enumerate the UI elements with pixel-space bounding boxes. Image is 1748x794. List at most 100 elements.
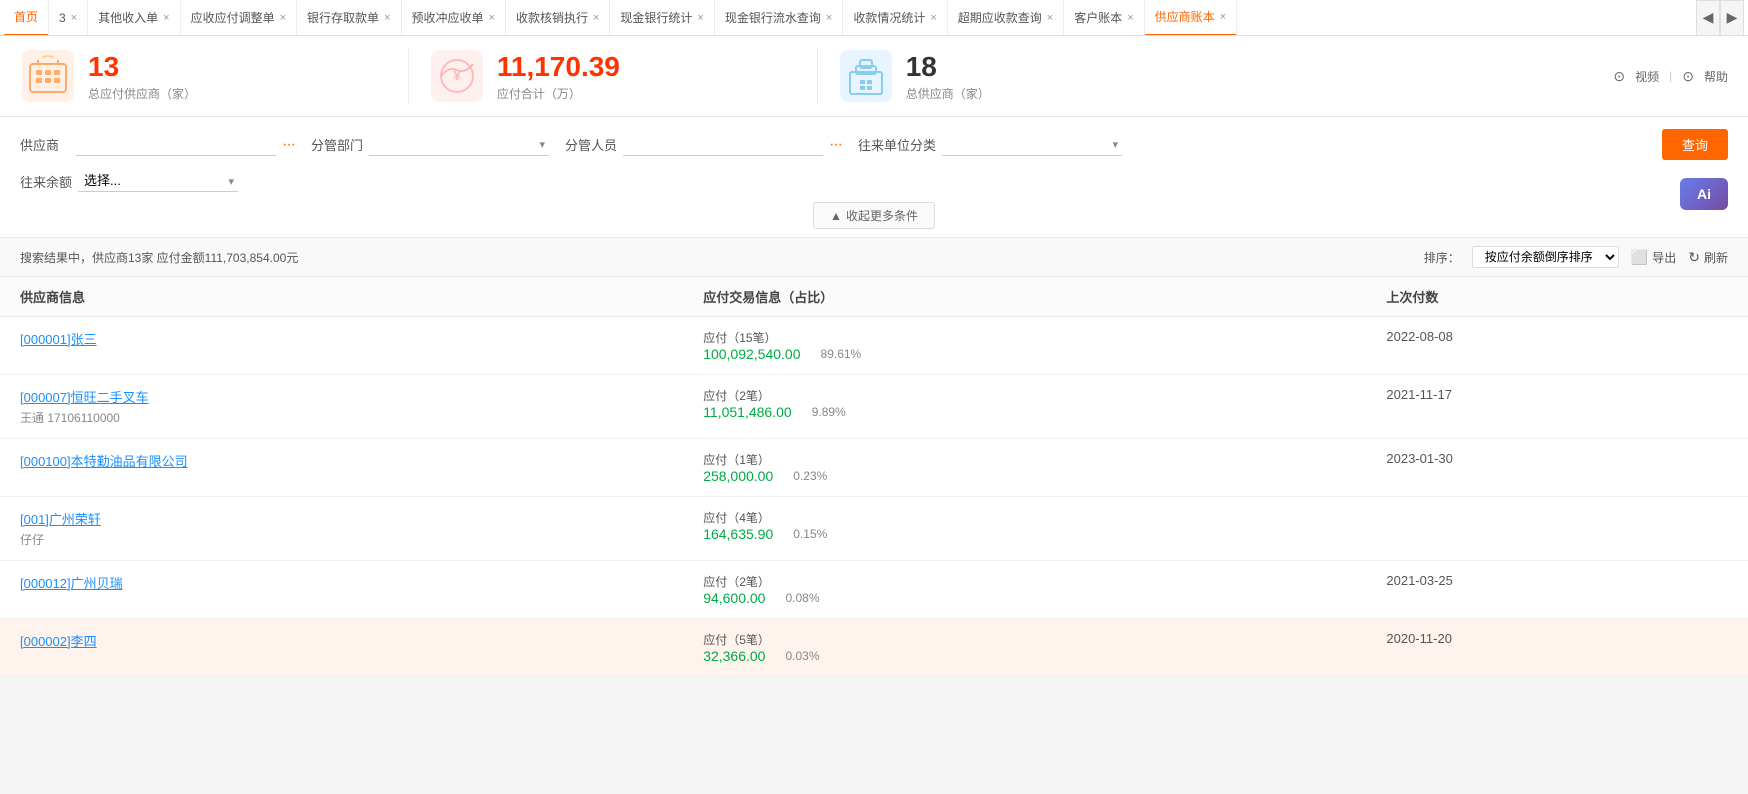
sort-select[interactable]: 按应付余额倒序排序 bbox=[1472, 246, 1619, 268]
person-filter-input[interactable] bbox=[623, 134, 823, 156]
export-button[interactable]: ⬜ 导出 bbox=[1631, 249, 1676, 266]
filter-item-supplier: 供应商 ··· bbox=[20, 134, 295, 156]
nav-tab-bank[interactable]: 银行存取款单 × bbox=[297, 0, 401, 36]
stat-item-total-suppliers: 18 总供应商（家） bbox=[838, 48, 1226, 104]
trans-info-6: 应付（5笔） 32,366.00 0.03% bbox=[703, 631, 1386, 664]
nav-tab-cash-flow[interactable]: 现金银行流水查询 × bbox=[715, 0, 843, 36]
supplier-name-2[interactable]: [000007]恒旺二手叉车 bbox=[20, 387, 703, 406]
trans-amount-2[interactable]: 11,051,486.00 bbox=[703, 404, 792, 420]
supplier-filter-input[interactable] bbox=[76, 134, 276, 156]
close-tab-adjust[interactable]: × bbox=[280, 12, 286, 24]
close-tab-customer-ledger[interactable]: × bbox=[1127, 12, 1133, 24]
help-link[interactable]: 帮助 bbox=[1704, 68, 1728, 85]
close-tab-bank[interactable]: × bbox=[384, 12, 390, 24]
trans-amount-1[interactable]: 100,092,540.00 bbox=[703, 346, 800, 362]
supplier-info-5: [000012]广州贝瑞 bbox=[20, 573, 703, 592]
filter-item-balance: 往来余额 选择... ▾ bbox=[20, 170, 238, 192]
filter-row-1: 供应商 ··· 分管部门 ▾ 分管人员 ··· 往来单位分类 bbox=[20, 129, 1728, 160]
trans-label-2: 应付（2笔） bbox=[703, 387, 1386, 404]
nav-tab-cash-stats[interactable]: 现金银行统计 × bbox=[610, 0, 714, 36]
supplier-filter-label: 供应商 bbox=[20, 135, 70, 154]
stat-info-total-suppliers: 18 总供应商（家） bbox=[906, 50, 1206, 103]
supplier-name-4[interactable]: [001]广州荣轩 bbox=[20, 509, 703, 528]
close-tab-overdue[interactable]: × bbox=[1047, 12, 1053, 24]
trans-amount-5[interactable]: 94,600.00 bbox=[703, 590, 765, 606]
supplier-name-5[interactable]: [000012]广州贝瑞 bbox=[20, 573, 703, 592]
nav-tab-pre-receive[interactable]: 预收冲应收单 × bbox=[402, 0, 506, 36]
ai-label: Ai bbox=[1697, 186, 1711, 202]
refresh-button[interactable]: ↻ 刷新 bbox=[1688, 249, 1728, 266]
category-select-wrapper: ▾ bbox=[942, 134, 1122, 156]
stat-info-total: 11,170.39 应付合计（万） bbox=[497, 50, 797, 103]
stat-item-suppliers-payable: 13 总应付供应商（家） bbox=[20, 48, 409, 104]
close-tab-cash-stats[interactable]: × bbox=[697, 12, 703, 24]
trans-pct-3: 0.23% bbox=[793, 469, 827, 483]
nav-prev-arrow[interactable]: ◀ bbox=[1696, 0, 1720, 36]
trans-pct-6: 0.03% bbox=[785, 649, 819, 663]
table-row: [000100]本特勤油品有限公司 应付（1笔） 258,000.00 0.23… bbox=[0, 439, 1748, 497]
nav-tab-receipt-stats[interactable]: 收款情况统计 × bbox=[843, 0, 947, 36]
last-pay-5: 2021-03-25 bbox=[1386, 573, 1728, 588]
total-suppliers-icon bbox=[838, 48, 894, 104]
close-tab-cash-flow[interactable]: × bbox=[826, 12, 832, 24]
nav-tab-adjust[interactable]: 应收应付调整单 × bbox=[181, 0, 297, 36]
filter-area: 供应商 ··· 分管部门 ▾ 分管人员 ··· 往来单位分类 bbox=[0, 117, 1748, 238]
result-bar-actions: 排序： 按应付余额倒序排序 ⬜ 导出 ↻ 刷新 bbox=[1424, 246, 1728, 268]
supplier-dots-icon[interactable]: ··· bbox=[282, 136, 295, 154]
nav-tab-home[interactable]: 首页 bbox=[4, 0, 49, 36]
table-row: [000012]广州贝瑞 应付（2笔） 94,600.00 0.08% 2021… bbox=[0, 561, 1748, 619]
filter-item-category: 往来单位分类 ▾ bbox=[858, 134, 1122, 156]
close-tab-verify[interactable]: × bbox=[593, 12, 599, 24]
trans-amount-4[interactable]: 164,635.90 bbox=[703, 526, 773, 542]
video-link[interactable]: 视频 bbox=[1635, 68, 1659, 85]
trans-label-6: 应付（5笔） bbox=[703, 631, 1386, 648]
table-header: 供应商信息 应付交易信息（占比） 上次付数 bbox=[0, 277, 1748, 317]
main-table: 供应商信息 应付交易信息（占比） 上次付数 [000001]张三 应付（15笔）… bbox=[0, 277, 1748, 677]
trans-amount-6[interactable]: 32,366.00 bbox=[703, 648, 765, 664]
supplier-name-3[interactable]: [000100]本特勤油品有限公司 bbox=[20, 451, 703, 470]
close-tab-receipt-stats[interactable]: × bbox=[930, 12, 936, 24]
table-row: [001]广州荣轩 仔仔 应付（4笔） 164,635.90 0.15% bbox=[0, 497, 1748, 561]
trans-info-4: 应付（4笔） 164,635.90 0.15% bbox=[703, 509, 1386, 542]
nav-tab-3[interactable]: 3 × bbox=[49, 0, 88, 36]
supplier-name-6[interactable]: [000002]李四 bbox=[20, 631, 703, 650]
dept-select-wrapper: ▾ bbox=[369, 134, 549, 156]
trans-amount-3[interactable]: 258,000.00 bbox=[703, 468, 773, 484]
close-tab-supplier-ledger[interactable]: × bbox=[1220, 11, 1226, 23]
refresh-label: 刷新 bbox=[1704, 249, 1728, 266]
person-dots-icon[interactable]: ··· bbox=[829, 136, 842, 154]
trans-label-5: 应付（2笔） bbox=[703, 573, 1386, 590]
stat-number-total: 11,170.39 bbox=[497, 50, 797, 84]
balance-filter-label: 往来余额 bbox=[20, 172, 72, 191]
trans-info-5: 应付（2笔） 94,600.00 0.08% bbox=[703, 573, 1386, 606]
dept-filter-label: 分管部门 bbox=[311, 135, 363, 154]
nav-tab-supplier-ledger[interactable]: 供应商账本 × bbox=[1145, 0, 1237, 36]
query-button[interactable]: 查询 bbox=[1662, 129, 1728, 160]
filter-row-2: 往来余额 选择... ▾ bbox=[20, 170, 1728, 192]
trans-info-3: 应付（1笔） 258,000.00 0.23% bbox=[703, 451, 1386, 484]
close-tab-other-income[interactable]: × bbox=[163, 12, 169, 24]
supplier-info-4: [001]广州荣轩 仔仔 bbox=[20, 509, 703, 548]
stat-info-payable: 13 总应付供应商（家） bbox=[88, 50, 388, 103]
dept-filter-select[interactable] bbox=[369, 134, 549, 156]
nav-next-arrow[interactable]: ▶ bbox=[1720, 0, 1744, 36]
balance-filter-select[interactable]: 选择... bbox=[78, 170, 238, 192]
close-tab-3[interactable]: × bbox=[71, 12, 77, 24]
nav-tab-customer-ledger[interactable]: 客户账本 × bbox=[1064, 0, 1144, 36]
category-filter-select[interactable] bbox=[942, 134, 1122, 156]
nav-tab-verify[interactable]: 收款核销执行 × bbox=[506, 0, 610, 36]
refresh-icon: ↻ bbox=[1688, 249, 1700, 266]
nav-tab-overdue[interactable]: 超期应收款查询 × bbox=[948, 0, 1064, 36]
supplier-name-1[interactable]: [000001]张三 bbox=[20, 329, 703, 348]
ai-assistant-button[interactable]: Ai bbox=[1680, 178, 1728, 210]
export-label: 导出 bbox=[1652, 249, 1676, 266]
trans-label-4: 应付（4笔） bbox=[703, 509, 1386, 526]
table-row: [000001]张三 应付（15笔） 100,092,540.00 89.61%… bbox=[0, 317, 1748, 375]
close-tab-pre-receive[interactable]: × bbox=[489, 12, 495, 24]
collapse-filter-button[interactable]: ▲ 收起更多条件 bbox=[813, 202, 935, 229]
video-icon: ⊙ bbox=[1613, 68, 1625, 85]
nav-tab-other-income[interactable]: 其他收入单 × bbox=[88, 0, 180, 36]
trans-info-2: 应付（2笔） 11,051,486.00 9.89% bbox=[703, 387, 1386, 420]
stat-item-payable-total: ¥ 11,170.39 应付合计（万） bbox=[429, 48, 818, 104]
result-bar: 搜索结果中，供应商13家 应付金额111,703,854.00元 排序： 按应付… bbox=[0, 238, 1748, 277]
